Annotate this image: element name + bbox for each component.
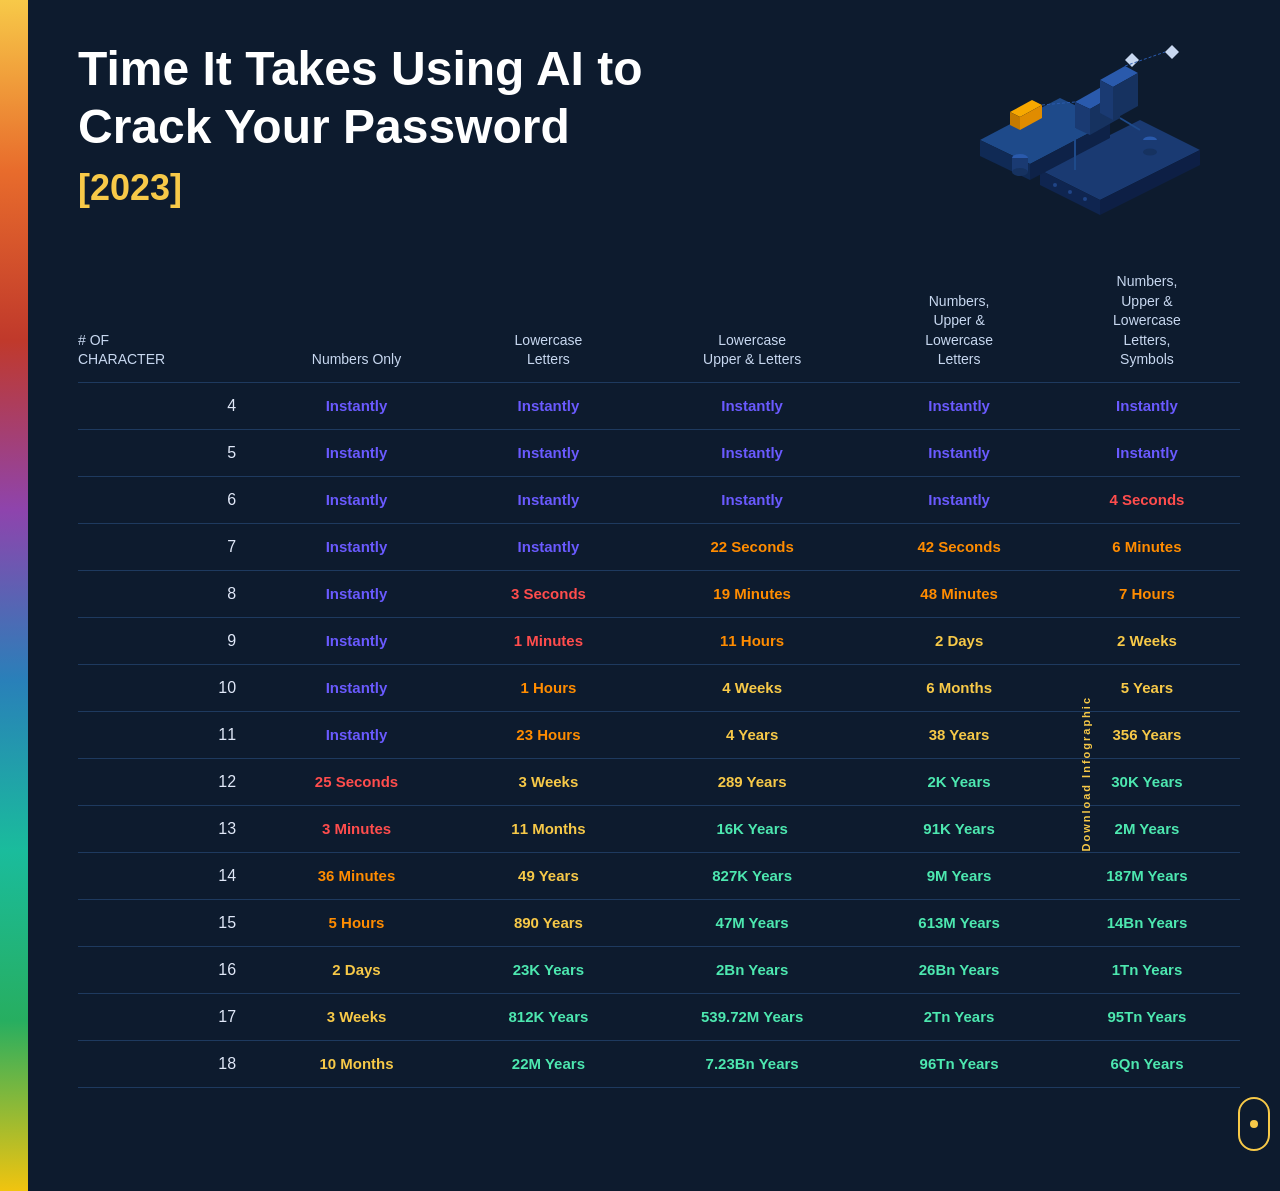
col-header-numbers-only: Numbers Only bbox=[256, 260, 457, 382]
col-header-lowercase: Lowercase Letters bbox=[457, 260, 640, 382]
table-row: 6InstantlyInstantlyInstantlyInstantly4 S… bbox=[78, 476, 1240, 523]
svg-point-25 bbox=[1053, 183, 1057, 187]
svg-point-22 bbox=[1143, 149, 1157, 156]
table-row: 162 Days23K Years2Bn Years26Bn Years1Tn … bbox=[78, 946, 1240, 993]
table-row: 133 Minutes11 Months16K Years91K Years2M… bbox=[78, 805, 1240, 852]
svg-point-27 bbox=[1083, 197, 1087, 201]
table-row: 1436 Minutes49 Years827K Years9M Years18… bbox=[78, 852, 1240, 899]
col-header-chars: # OF CHARACTER bbox=[78, 260, 256, 382]
main-content: Time It Takes Using AI to Crack Your Pas… bbox=[28, 0, 1280, 1191]
color-bar bbox=[0, 0, 28, 1191]
table-row: 11Instantly23 Hours4 Years38 Years356 Ye… bbox=[78, 711, 1240, 758]
col-header-all: Numbers, Upper & Lowercase Letters, Symb… bbox=[1054, 260, 1240, 382]
side-label-container[interactable]: Download Infographic bbox=[1240, 300, 1280, 1091]
table-section: # OF CHARACTER Numbers Only Lowercase Le… bbox=[28, 260, 1280, 1128]
password-table: # OF CHARACTER Numbers Only Lowercase Le… bbox=[78, 260, 1240, 1088]
table-row: 155 Hours890 Years47M Years613M Years14B… bbox=[78, 899, 1240, 946]
table-header-row: # OF CHARACTER Numbers Only Lowercase Le… bbox=[78, 260, 1240, 382]
table-row: 10Instantly1 Hours4 Weeks6 Months5 Years bbox=[78, 664, 1240, 711]
main-title: Time It Takes Using AI to Crack Your Pas… bbox=[78, 40, 678, 213]
table-row: 5InstantlyInstantlyInstantlyInstantlyIns… bbox=[78, 429, 1240, 476]
year-badge: [2023] bbox=[78, 167, 182, 208]
scroll-indicator[interactable] bbox=[1238, 1097, 1270, 1151]
table-row: 1225 Seconds3 Weeks289 Years2K Years30K … bbox=[78, 758, 1240, 805]
table-row: 8Instantly3 Seconds19 Minutes48 Minutes7… bbox=[78, 570, 1240, 617]
scroll-dot bbox=[1250, 1120, 1258, 1128]
col-header-lowercase-upper: Lowercase Upper & Letters bbox=[640, 260, 864, 382]
svg-point-19 bbox=[1012, 168, 1028, 176]
table-row: 1810 Months22M Years7.23Bn Years96Tn Yea… bbox=[78, 1040, 1240, 1087]
header-section: Time It Takes Using AI to Crack Your Pas… bbox=[28, 0, 1280, 260]
download-label[interactable]: Download Infographic bbox=[1080, 696, 1280, 852]
table-row: 9Instantly1 Minutes11 Hours2 Days2 Weeks bbox=[78, 617, 1240, 664]
table-row: 4InstantlyInstantlyInstantlyInstantlyIns… bbox=[78, 382, 1240, 429]
col-header-numbers-upper-lower: Numbers, Upper & Lowercase Letters bbox=[864, 260, 1054, 382]
title-line2: Crack Your Password bbox=[78, 100, 570, 153]
table-row: 7InstantlyInstantly22 Seconds42 Seconds6… bbox=[78, 523, 1240, 570]
svg-point-26 bbox=[1068, 190, 1072, 194]
table-row: 173 Weeks812K Years539.72M Years2Tn Year… bbox=[78, 993, 1240, 1040]
header-illustration bbox=[920, 40, 1220, 240]
svg-marker-10 bbox=[1100, 80, 1113, 120]
svg-marker-24 bbox=[1165, 45, 1179, 59]
title-line1: Time It Takes Using AI to bbox=[78, 42, 643, 95]
title-block: Time It Takes Using AI to Crack Your Pas… bbox=[78, 40, 678, 213]
